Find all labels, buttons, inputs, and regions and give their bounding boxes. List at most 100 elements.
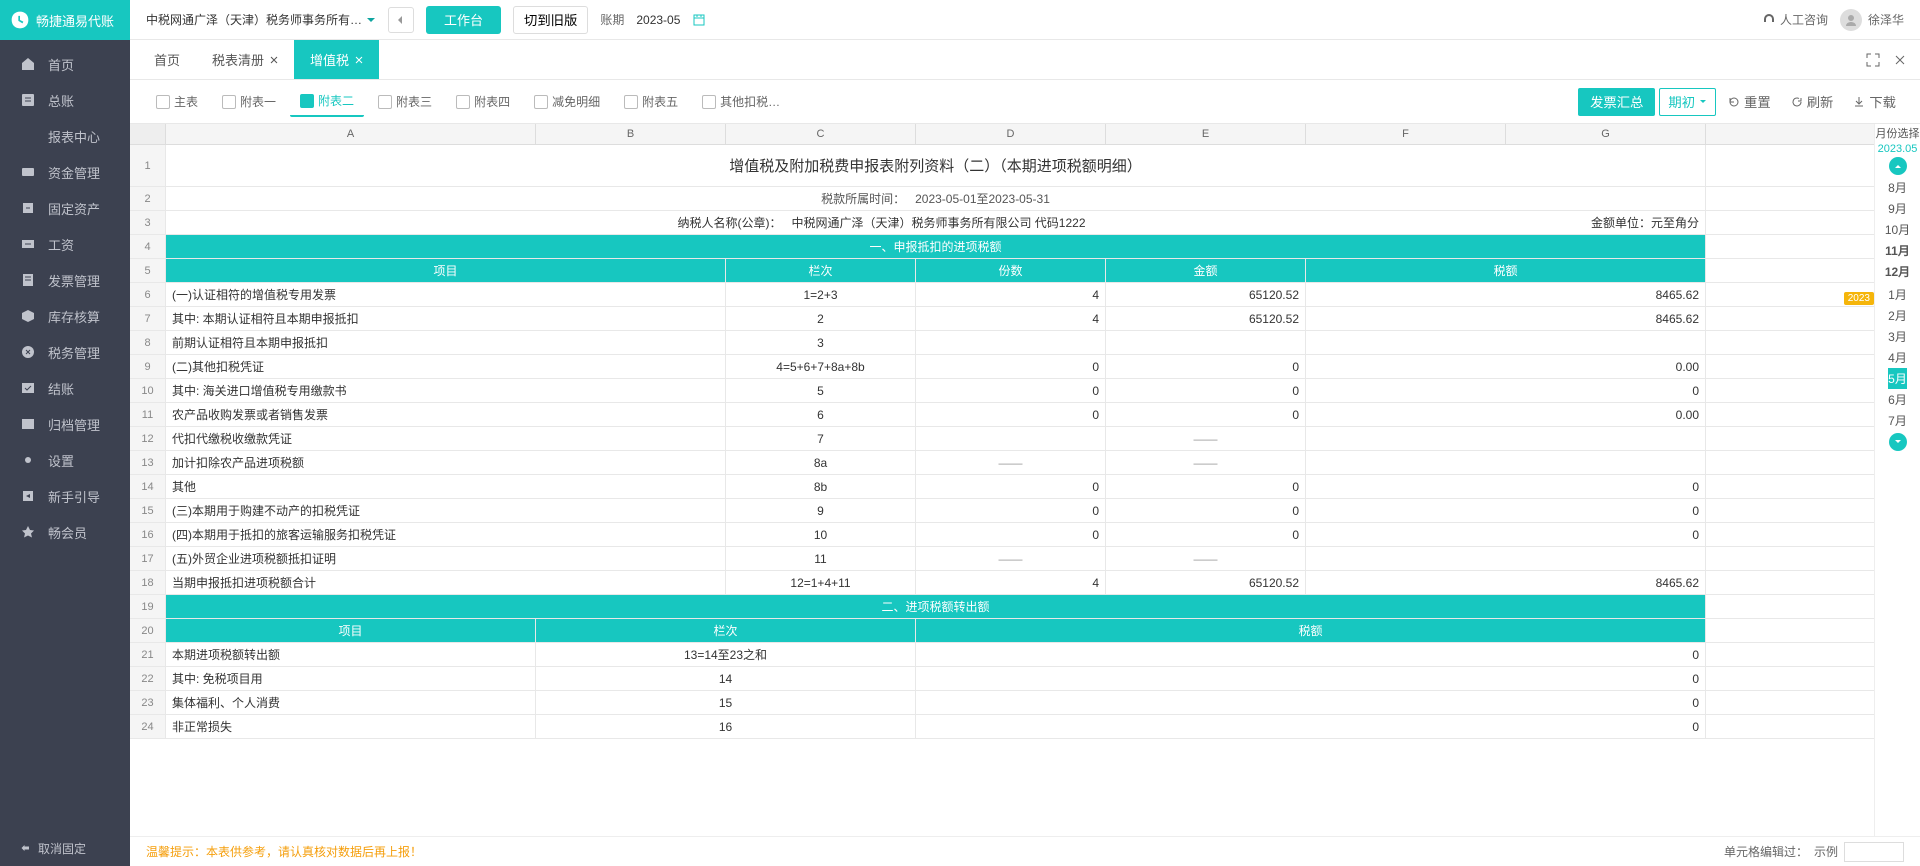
footer-tip: 温馨提示：本表供参考，请认真核对数据后再上报！ [146, 843, 422, 860]
nav-home[interactable]: 首页 [0, 46, 130, 82]
rail-month[interactable]: 3月 [1888, 326, 1907, 347]
nav-chart[interactable]: 报表中心 [0, 118, 130, 154]
asset-icon [20, 200, 36, 216]
sheet[interactable]: ABCDEFG 1增值税及附加税费申报表附列资料（二）（本期进项税额明细）2税款… [130, 124, 1874, 836]
subtab-减免明细[interactable]: 减免明细 [524, 87, 610, 117]
subtab-附表二[interactable]: 附表二 [290, 87, 364, 117]
data-row: 11农产品收购发票或者销售发票6000.00 [130, 403, 1874, 427]
subtab-附表五[interactable]: 附表五 [614, 87, 688, 117]
subtab-其他扣税…[interactable]: 其他扣税… [692, 87, 790, 117]
back-button[interactable] [388, 7, 414, 33]
row-num: 8 [130, 331, 166, 354]
sheet-icon [456, 95, 470, 109]
nav-wallet[interactable]: 资金管理 [0, 154, 130, 190]
user-icon [1844, 13, 1858, 27]
back-icon [395, 14, 407, 26]
tab-税表清册[interactable]: 税表清册 [196, 40, 294, 79]
rail-month[interactable]: 4月 [1888, 347, 1907, 368]
nav-settings[interactable]: 设置 [0, 442, 130, 478]
close-icon [1894, 54, 1906, 66]
rail-month[interactable]: 9月 [1885, 198, 1910, 219]
close-icon[interactable] [270, 56, 278, 64]
member-icon [20, 524, 36, 540]
nav-asset[interactable]: 固定资产 [0, 190, 130, 226]
rail-month[interactable]: 10月 [1885, 219, 1910, 240]
rail-month[interactable]: 1月 [1888, 284, 1907, 305]
rail-title: 月份选择 [1876, 128, 1920, 141]
section1-header: 一、申报抵扣的进项税额 [166, 235, 1706, 258]
close-icon[interactable] [355, 56, 363, 64]
company-select[interactable]: 中税网通广泽（天津）税务师事务所有… [146, 11, 376, 28]
rail-month[interactable]: 6月 [1888, 389, 1907, 410]
footer-edit-input[interactable] [1844, 842, 1904, 862]
tab-增值税[interactable]: 增值税 [294, 40, 379, 79]
rail-month[interactable]: 7月 [1888, 410, 1907, 431]
period-type-button[interactable]: 期初 [1659, 88, 1716, 116]
old-version-button[interactable]: 切到旧版 [513, 6, 588, 34]
download-icon [1853, 96, 1865, 108]
fullscreen-icon[interactable] [1866, 53, 1880, 67]
row-num: 9 [130, 355, 166, 378]
subtab-附表三[interactable]: 附表三 [368, 87, 442, 117]
nav-archive[interactable]: 归档管理 [0, 406, 130, 442]
rail-up[interactable] [1889, 157, 1907, 175]
rail-month[interactable]: 2月 [1888, 305, 1907, 326]
tab-首页[interactable]: 首页 [138, 40, 196, 79]
guide-icon [20, 488, 36, 504]
row-num: 15 [130, 499, 166, 522]
nav: 首页总账报表中心资金管理固定资产工资发票管理库存核算税务管理结账归档管理设置新手… [0, 40, 130, 830]
row-num: 14 [130, 475, 166, 498]
nav-ledger[interactable]: 总账 [0, 82, 130, 118]
row-num: 23 [130, 691, 166, 714]
subtab-附表一[interactable]: 附表一 [212, 87, 286, 117]
nav-member[interactable]: 畅会员 [0, 514, 130, 550]
logo[interactable]: 畅捷通易代账 [0, 0, 130, 40]
headset-icon [1762, 13, 1776, 27]
data-row: 22其中: 免税项目用140 [130, 667, 1874, 691]
download-button[interactable]: 下载 [1845, 88, 1904, 116]
pin-toggle[interactable]: 取消固定 [0, 830, 130, 866]
subtab-主表[interactable]: 主表 [146, 87, 208, 117]
caret-down-icon [1699, 98, 1707, 106]
close-all-tabs[interactable] [1888, 48, 1912, 72]
home-icon [20, 56, 36, 72]
data-row: 17(五)外贸企业进项税额抵扣证明11———— [130, 547, 1874, 571]
sheet-icon [534, 95, 548, 109]
data-row: 16(四)本期用于抵扣的旅客运输服务扣税凭证10000 [130, 523, 1874, 547]
rail-down[interactable] [1889, 433, 1907, 451]
workbench-button[interactable]: 工作台 [426, 6, 501, 34]
subtab-附表四[interactable]: 附表四 [446, 87, 520, 117]
period-value[interactable]: 2023-05 [636, 13, 680, 27]
month-rail: 月份选择 2023.05 8月9月10月11月12月 2023 1月2月3月4月… [1874, 124, 1920, 836]
nav-salary[interactable]: 工资 [0, 226, 130, 262]
nav-guide[interactable]: 新手引导 [0, 478, 130, 514]
nav-invoice[interactable]: 发票管理 [0, 262, 130, 298]
row-num: 4 [130, 235, 166, 258]
row-num: 17 [130, 547, 166, 570]
logo-icon [10, 10, 30, 30]
column-headers: ABCDEFG [130, 124, 1874, 145]
stock-icon [20, 308, 36, 324]
rail-month[interactable]: 5月 [1888, 368, 1907, 389]
invoice-summary-button[interactable]: 发票汇总 [1578, 88, 1655, 116]
refresh-button[interactable]: 刷新 [1783, 88, 1842, 116]
rail-month[interactable]: 11月 [1885, 240, 1910, 261]
data-row: 12代扣代缴税收缴款凭证7—— [130, 427, 1874, 451]
salary-icon [20, 236, 36, 252]
user-menu[interactable]: 徐泽华 [1840, 9, 1904, 31]
archive-icon [20, 416, 36, 432]
close-icon [20, 380, 36, 396]
caret-down-icon [366, 15, 376, 25]
calendar-icon[interactable] [692, 13, 706, 27]
data-row: 14其他8b000 [130, 475, 1874, 499]
sheet-icon [222, 95, 236, 109]
rail-month[interactable]: 8月 [1885, 177, 1910, 198]
sheet-icon [624, 95, 638, 109]
rail-month[interactable]: 12月 [1885, 261, 1910, 282]
nav-close[interactable]: 结账 [0, 370, 130, 406]
nav-stock[interactable]: 库存核算 [0, 298, 130, 334]
invoice-icon [20, 272, 36, 288]
support-link[interactable]: 人工咨询 [1762, 11, 1828, 28]
nav-tax[interactable]: 税务管理 [0, 334, 130, 370]
reset-button[interactable]: 重置 [1720, 88, 1779, 116]
